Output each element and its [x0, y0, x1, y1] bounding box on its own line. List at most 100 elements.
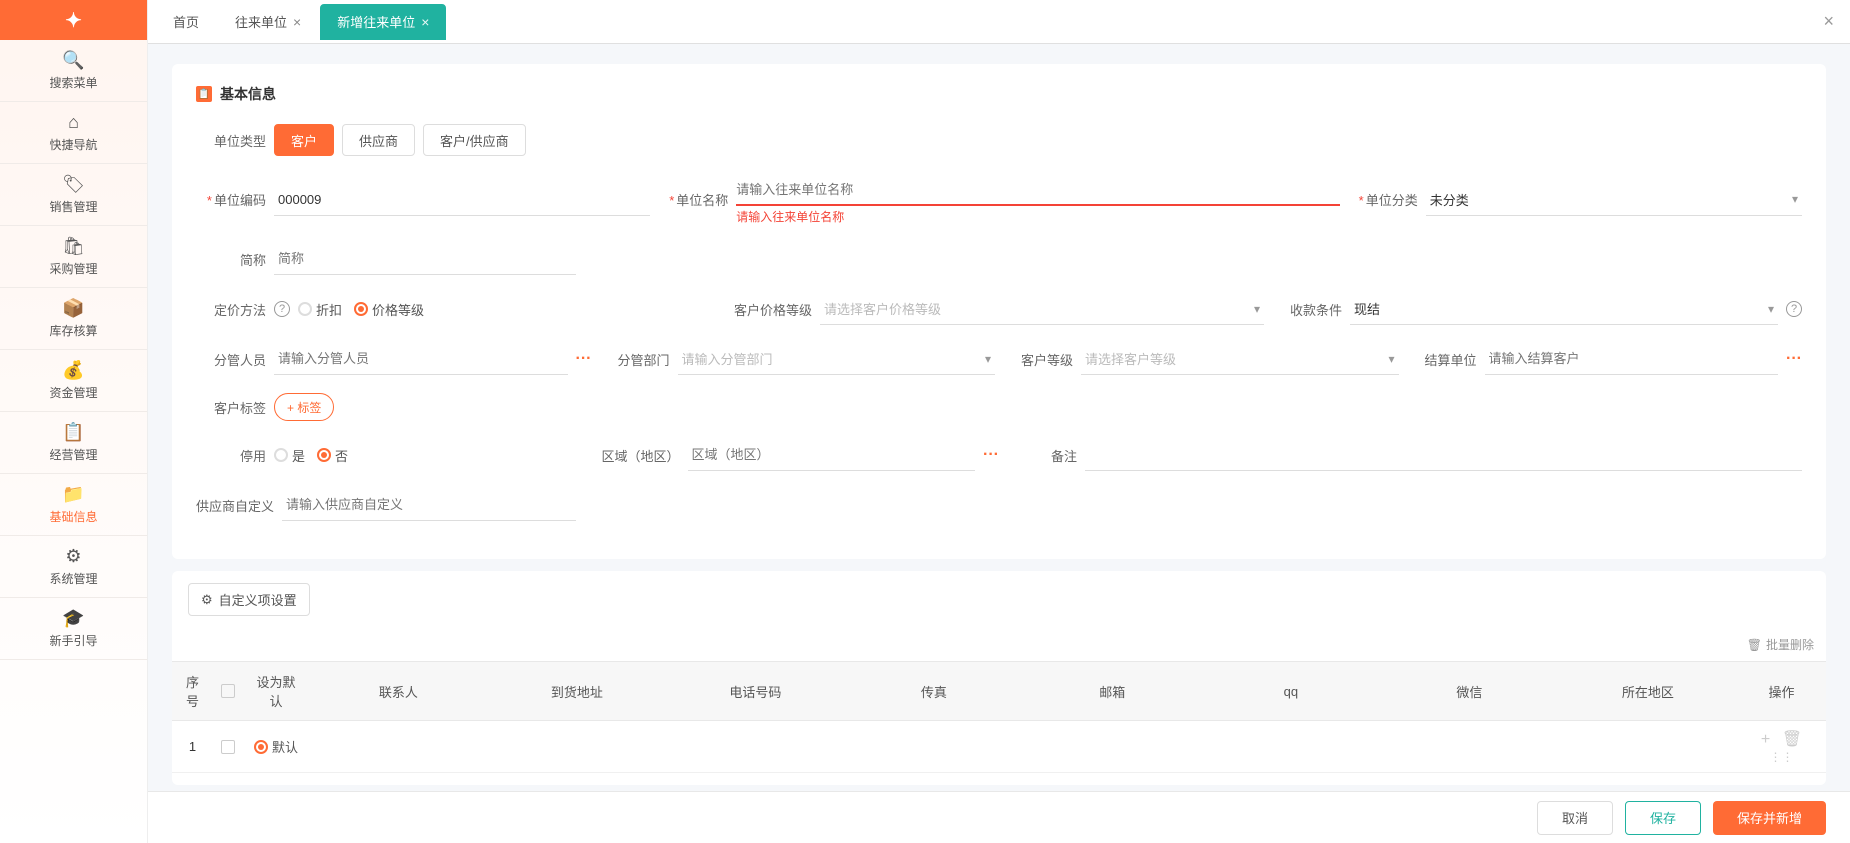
finance-icon: 💰 [62, 360, 84, 381]
add-row-button[interactable]: + [1757, 731, 1774, 749]
delete-row-button[interactable]: 🗑 [1778, 729, 1806, 749]
row-actions: + 🗑 ⋮⋮ [1737, 721, 1826, 773]
unit-name-field: *单位名称 请输入往来单位名称 [658, 174, 1339, 225]
manager-field: 分管人员 ··· [196, 343, 592, 375]
type-btn-both[interactable]: 客户/供应商 [423, 124, 526, 156]
select-all-checkbox[interactable] [221, 684, 235, 698]
operations-icon: 📋 [62, 422, 84, 443]
cancel-button[interactable]: 取消 [1537, 801, 1613, 835]
row-qq [1202, 721, 1381, 773]
phone-input[interactable] [674, 739, 836, 754]
supplier-custom-row: 供应商自定义 [196, 489, 1802, 521]
custom-settings-button[interactable]: ⚙ 自定义项设置 [188, 583, 310, 616]
col-qq: qq [1202, 662, 1381, 721]
row-select-checkbox[interactable] [221, 740, 235, 754]
contact-input[interactable] [317, 739, 479, 754]
payment-terms-field: 收款条件 现结 ▾ ? [1272, 293, 1802, 325]
unit-code-input[interactable] [274, 184, 650, 216]
default-radio-circle [254, 740, 268, 754]
pricing-help-icon[interactable]: ? [274, 301, 290, 317]
sidebar-item-finance[interactable]: 💰 资金管理 [0, 350, 147, 412]
no-radio-circle [317, 448, 331, 462]
add-tag-button[interactable]: + 标签 [274, 393, 334, 421]
supplier-custom-label: 供应商自定义 [196, 496, 274, 515]
customer-price-level-label: 客户价格等级 [734, 300, 812, 319]
sidebar-item-operations[interactable]: 📋 经营管理 [0, 412, 147, 474]
tab-new-counterparty-close[interactable]: × [421, 14, 429, 30]
short-name-input[interactable] [274, 243, 576, 275]
region-input[interactable] [688, 439, 976, 471]
remarks-input[interactable] [1085, 439, 1802, 471]
yes-radio-circle [274, 448, 288, 462]
sidebar-item-quick[interactable]: ⌂ 快捷导航 [0, 102, 147, 164]
sidebar-item-purchase[interactable]: 🛍 采购管理 [0, 226, 147, 288]
sidebar-item-sales[interactable]: 🏷 销售管理 [0, 164, 147, 226]
region-more-icon[interactable]: ··· [983, 446, 999, 464]
type-btn-customer[interactable]: 客户 [274, 124, 334, 156]
unit-type-buttons: 客户 供应商 客户/供应商 [274, 124, 526, 156]
settlement-unit-input[interactable] [1485, 343, 1779, 375]
row-contact [309, 721, 487, 773]
manager-row: 分管人员 ··· 分管部门 请输入分管部门 ▾ 客户等级 请选择客户等级 [196, 343, 1802, 375]
sidebar-item-newbie[interactable]: 🎓 新手引导 [0, 598, 147, 660]
row-phone [666, 721, 844, 773]
payment-terms-select[interactable]: 现结 ▾ [1350, 293, 1778, 325]
drag-handle[interactable]: ⋮⋮ [1770, 750, 1794, 764]
tab-counterparty[interactable]: 往来单位 × [218, 4, 318, 40]
unit-name-input[interactable] [736, 182, 1339, 197]
pricing-method-label: 定价方法 [196, 300, 266, 319]
home-icon: ⌂ [68, 112, 79, 133]
col-action: 操作 [1737, 662, 1826, 721]
tab-new-counterparty[interactable]: 新增往来单位 × [320, 4, 446, 40]
settlement-more-icon[interactable]: ··· [1786, 350, 1802, 368]
customer-level-select[interactable]: 请选择客户等级 ▾ [1081, 343, 1399, 375]
tab-counterparty-close[interactable]: × [293, 14, 301, 30]
batch-delete-button[interactable]: 🗑 批量删除 [1747, 636, 1814, 653]
section-icon: 📋 [196, 86, 212, 102]
col-fax: 传真 [845, 662, 1023, 721]
sidebar: ✦ 🔍 搜索菜单 ⌂ 快捷导航 🏷 销售管理 🛍 采购管理 📦 库存核算 💰 资… [0, 0, 148, 843]
disabled-radio-no[interactable]: 否 [317, 446, 348, 465]
sales-icon: 🏷 [62, 174, 85, 195]
address-input[interactable] [496, 739, 658, 754]
short-name-field: 简称 [196, 243, 576, 275]
table-row: 1 默认 [172, 721, 1826, 773]
save-button[interactable]: 保存 [1625, 801, 1701, 835]
customer-level-label: 客户等级 [1003, 350, 1073, 369]
manager-input[interactable] [274, 343, 568, 375]
dept-dropdown-arrow: ▾ [985, 352, 991, 366]
row-default-radio[interactable]: 默认 [251, 737, 301, 756]
payment-terms-help-icon[interactable]: ? [1786, 301, 1802, 317]
window-close-button[interactable]: × [1815, 11, 1842, 32]
pricing-radio-discount[interactable]: 折扣 [298, 300, 342, 319]
save-and-new-button[interactable]: 保存并新增 [1713, 801, 1826, 835]
department-select[interactable]: 请输入分管部门 ▾ [678, 343, 996, 375]
content-area: 📋 基本信息 单位类型 客户 供应商 客户/供应商 [148, 44, 1850, 843]
disabled-radio-yes[interactable]: 是 [274, 446, 305, 465]
customer-price-level-select[interactable]: 请选择客户价格等级 ▾ [820, 293, 1264, 325]
manager-label: 分管人员 [196, 350, 266, 369]
sidebar-item-search[interactable]: 🔍 搜索菜单 [0, 40, 147, 102]
manager-more-icon[interactable]: ··· [576, 350, 592, 368]
email-input[interactable] [1031, 739, 1193, 754]
type-btn-supplier[interactable]: 供应商 [342, 124, 415, 156]
supplier-custom-input[interactable] [282, 489, 576, 521]
row-default: 默认 [243, 721, 309, 773]
price-level-dropdown-arrow: ▾ [1254, 302, 1260, 316]
fax-input[interactable] [853, 739, 1015, 754]
col-region: 所在地区 [1559, 662, 1737, 721]
unit-category-select[interactable]: 未分类 ▾ [1426, 184, 1802, 216]
row-email [1023, 721, 1201, 773]
region-label: 区域（地区） [602, 446, 680, 465]
sidebar-item-inventory[interactable]: 📦 库存核算 [0, 288, 147, 350]
unit-name-input-line [736, 174, 1339, 206]
qq-input[interactable] [1210, 739, 1373, 754]
col-email: 邮箱 [1023, 662, 1201, 721]
pricing-radio-level[interactable]: 价格等级 [354, 300, 424, 319]
sidebar-item-basic[interactable]: 📁 基础信息 [0, 474, 147, 536]
basic-info-card: 📋 基本信息 单位类型 客户 供应商 客户/供应商 [172, 64, 1826, 559]
sidebar-item-system[interactable]: ⚙ 系统管理 [0, 536, 147, 598]
wechat-input[interactable] [1388, 739, 1550, 754]
tab-home[interactable]: 首页 [156, 4, 216, 40]
region-input-row[interactable] [1567, 739, 1729, 754]
